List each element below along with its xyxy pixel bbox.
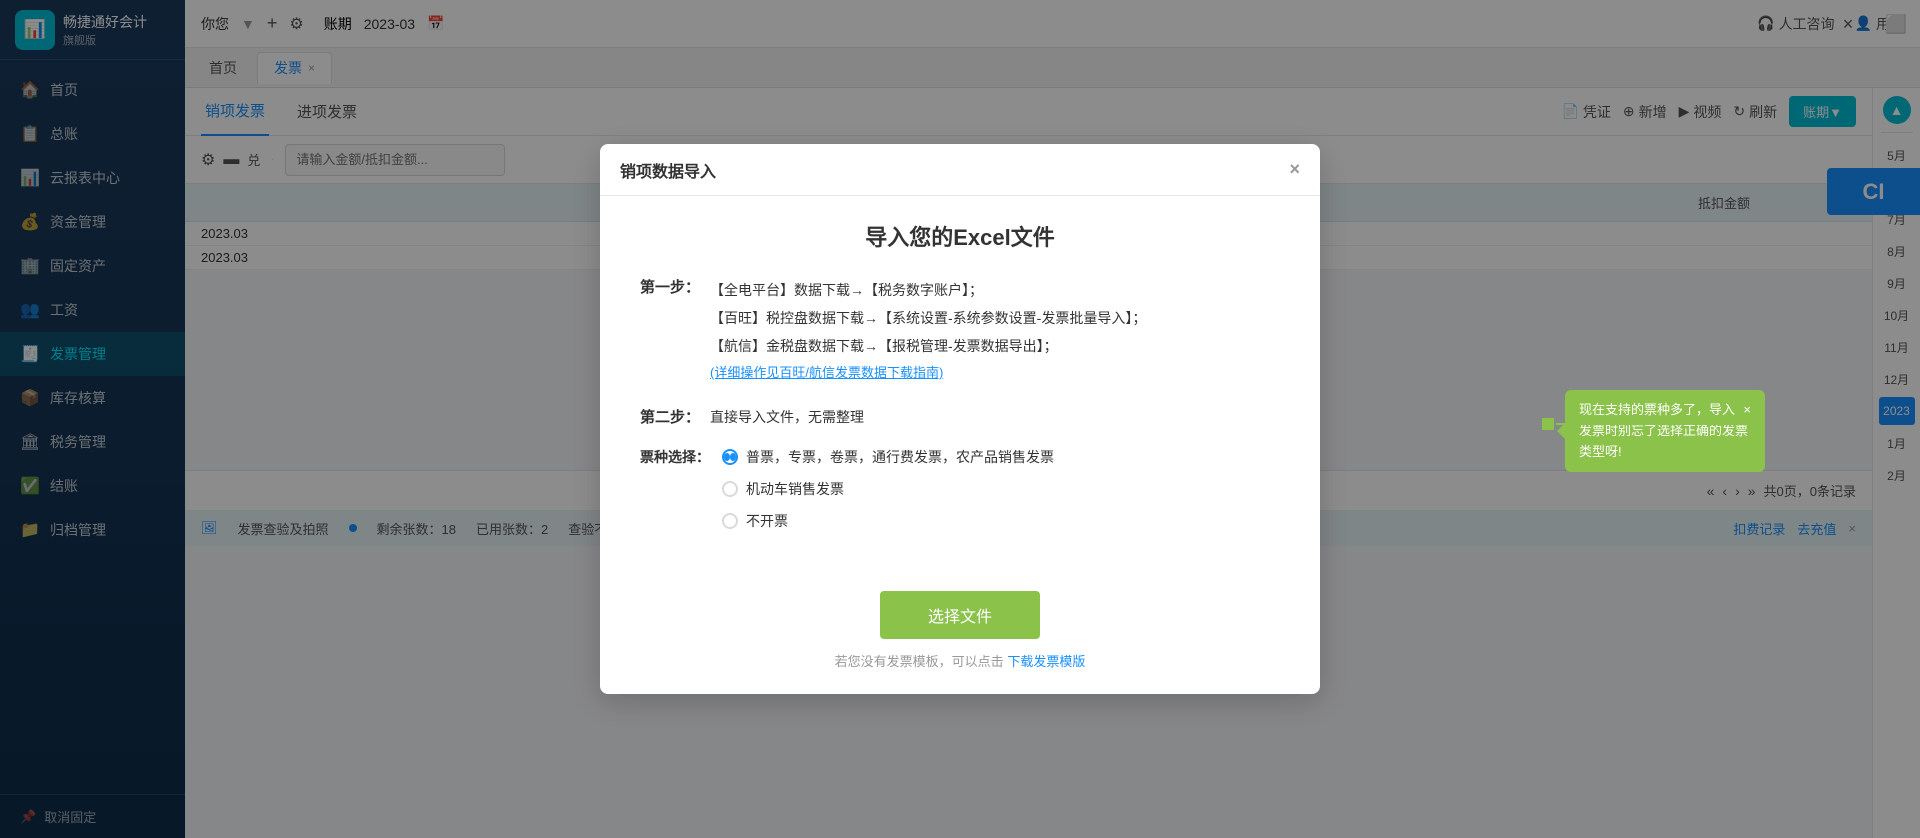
radio-option-2[interactable]: 机动车销售发票 bbox=[722, 479, 1054, 499]
tooltip-close-btn[interactable]: × bbox=[1743, 400, 1751, 421]
step1-line3: 【航信】金税盘数据下载→【报税管理-发票数据导出】； bbox=[710, 332, 1146, 360]
download-template-link[interactable]: 下载发票模版 bbox=[1007, 654, 1085, 669]
modal-close-btn[interactable]: × bbox=[1289, 159, 1300, 180]
modal-content-title: 导入您的Excel文件 bbox=[640, 220, 1280, 252]
radio-option-3[interactable]: 不开票 bbox=[722, 511, 1054, 531]
step2-content: 直接导入文件，无需整理 bbox=[710, 407, 864, 427]
radio-circle-1 bbox=[722, 449, 738, 465]
modal-header: 销项数据导入 × bbox=[600, 144, 1320, 196]
tooltip-dot bbox=[1542, 418, 1554, 430]
modal-title-text: 销项数据导入 bbox=[620, 158, 716, 182]
modal-footer: 选择文件 若您没有发票模板，可以点击 下载发票模版 bbox=[600, 581, 1320, 694]
step-1: 第一步： 【全电平台】数据下载→【税务数字账户】； 【百旺】税控盘数据下载→【系… bbox=[640, 276, 1280, 386]
footer-note: 若您没有发票模板，可以点击 下载发票模版 bbox=[835, 651, 1086, 670]
select-file-btn[interactable]: 选择文件 bbox=[880, 591, 1040, 639]
radio-option-1[interactable]: 普票，专票，卷票，通行费发票，农产品销售发票 bbox=[722, 447, 1054, 467]
step1-label: 第一步： bbox=[640, 276, 710, 386]
tooltip-line bbox=[1556, 423, 1752, 425]
step1-guide-link[interactable]: (详细操作见百旺/航信发票数据下载指南) bbox=[710, 360, 1146, 386]
import-modal: 销项数据导入 × 导入您的Excel文件 第一步： 【全电平台】数据下载→【税务… bbox=[600, 144, 1320, 694]
step2-label: 第二步： bbox=[640, 406, 710, 427]
tooltip-text: 现在支持的票种多了，导入发票时别忘了选择正确的发票类型呀! bbox=[1579, 402, 1748, 459]
step1-line2: 【百旺】税控盘数据下载→【系统设置-系统参数设置-发票批量导入】； bbox=[710, 304, 1146, 332]
radio-group: 普票，专票，卷票，通行费发票，农产品销售发票 机动车销售发票 不开票 bbox=[722, 447, 1054, 531]
modal-overlay: 销项数据导入 × 导入您的Excel文件 第一步： 【全电平台】数据下载→【税务… bbox=[0, 0, 1920, 838]
ticket-label: 票种选择： bbox=[640, 447, 710, 531]
ticket-selection: 票种选择： 普票，专票，卷票，通行费发票，农产品销售发票 机动车销售 bbox=[640, 447, 1280, 531]
step-2: 第二步： 直接导入文件，无需整理 bbox=[640, 406, 1280, 427]
step1-line1: 【全电平台】数据下载→【税务数字账户】； bbox=[710, 276, 1146, 304]
step1-content: 【全电平台】数据下载→【税务数字账户】； 【百旺】税控盘数据下载→【系统设置-系… bbox=[710, 276, 1146, 386]
tooltip-box: × 现在支持的票种多了，导入发票时别忘了选择正确的发票类型呀! bbox=[1565, 390, 1765, 472]
modal-body: 导入您的Excel文件 第一步： 【全电平台】数据下载→【税务数字账户】； 【百… bbox=[600, 196, 1320, 581]
radio-circle-2 bbox=[722, 481, 738, 497]
radio-circle-3 bbox=[722, 513, 738, 529]
